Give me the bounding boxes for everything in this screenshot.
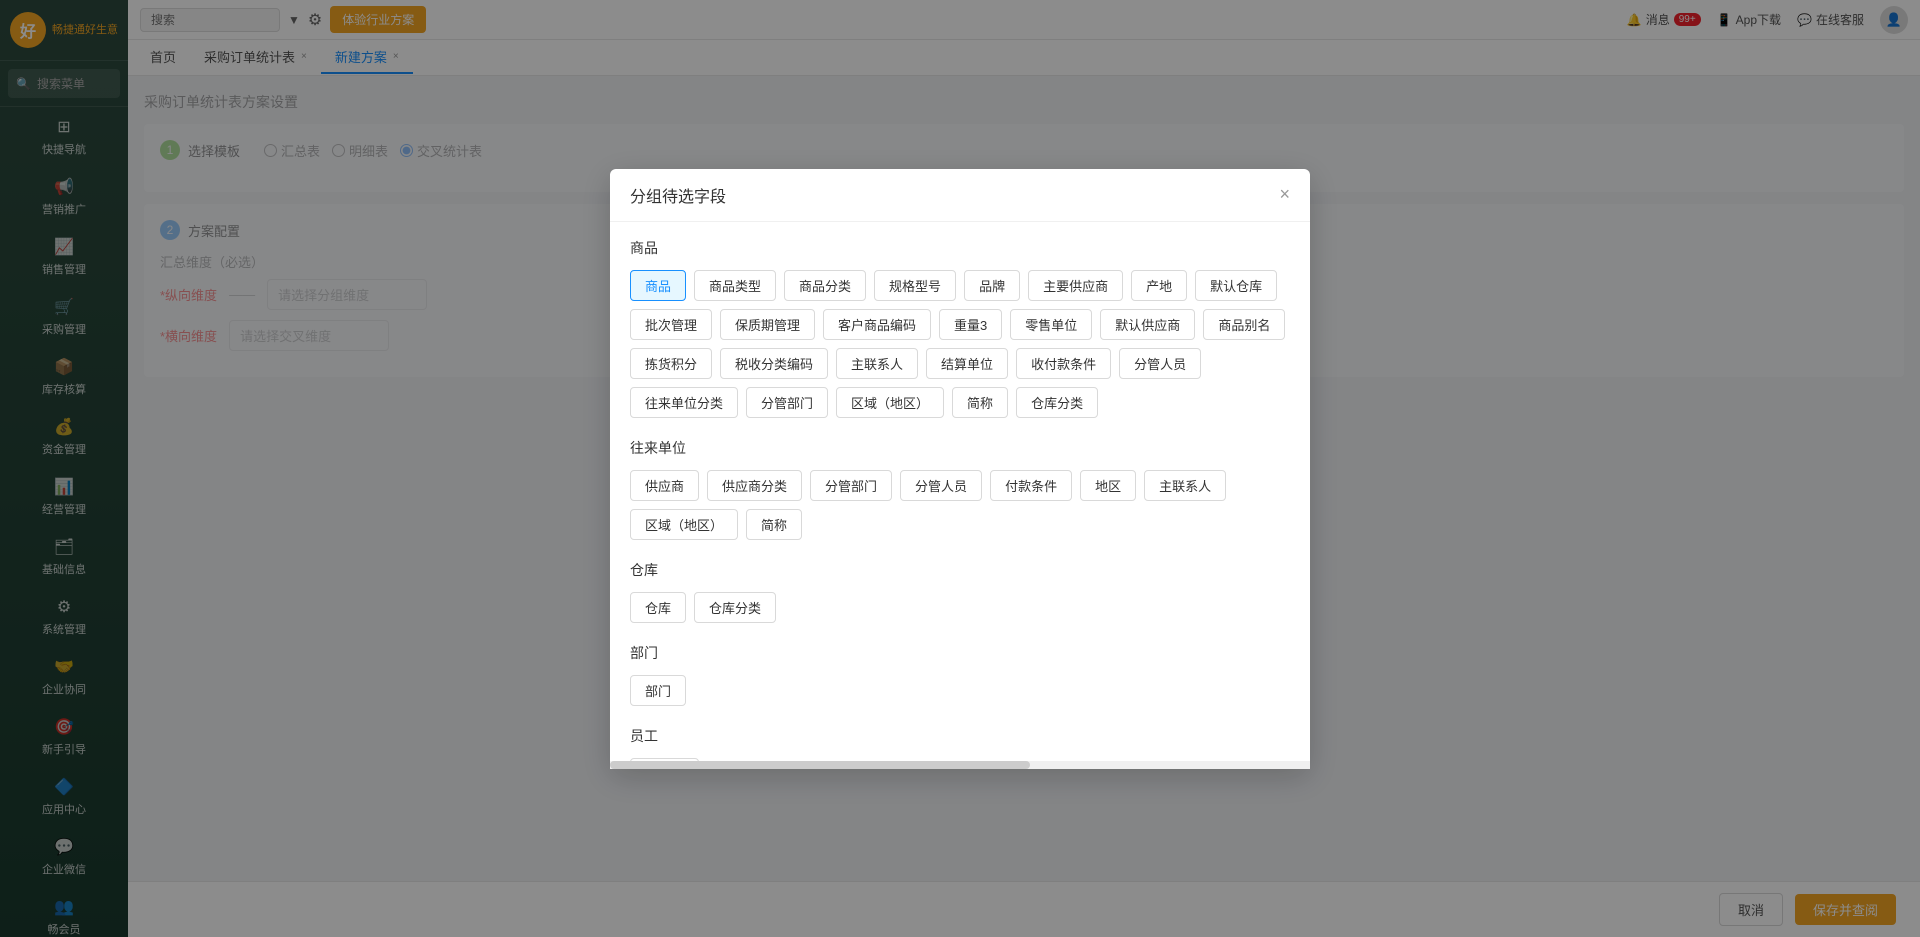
field-tag[interactable]: 往来单位分类	[630, 387, 738, 418]
field-tag[interactable]: 批次管理	[630, 309, 712, 340]
field-group-goods: 商品商品商品类型商品分类规格型号品牌主要供应商产地默认仓库批次管理保质期管理客户…	[630, 238, 1290, 418]
field-tag[interactable]: 分管部门	[746, 387, 828, 418]
field-tag[interactable]: 简称	[952, 387, 1008, 418]
field-tag[interactable]: 区域（地区）	[836, 387, 944, 418]
field-group-title-partner: 往来单位	[630, 438, 1290, 458]
modal-close-button[interactable]: ×	[1279, 184, 1290, 205]
field-tag[interactable]: 简称	[746, 509, 802, 540]
field-tag[interactable]: 区域（地区）	[630, 509, 738, 540]
field-group-warehouse: 仓库仓库仓库分类	[630, 560, 1290, 623]
field-tags-goods: 商品商品类型商品分类规格型号品牌主要供应商产地默认仓库批次管理保质期管理客户商品…	[630, 270, 1290, 418]
field-tag[interactable]: 供应商	[630, 470, 699, 501]
field-tag[interactable]: 品牌	[964, 270, 1020, 301]
field-group-title-warehouse: 仓库	[630, 560, 1290, 580]
field-tag[interactable]: 主联系人	[836, 348, 918, 379]
field-tag[interactable]: 规格型号	[874, 270, 956, 301]
field-tags-warehouse: 仓库仓库分类	[630, 592, 1290, 623]
field-tag[interactable]: 商品	[630, 270, 686, 301]
field-tag[interactable]: 供应商分类	[707, 470, 802, 501]
field-tag[interactable]: 客户商品编码	[823, 309, 931, 340]
field-group-title-employee: 员工	[630, 726, 1290, 746]
modal-scrollbar-thumb	[610, 761, 1030, 769]
field-tag[interactable]: 商品别名	[1203, 309, 1285, 340]
field-tag[interactable]: 分管人员	[900, 470, 982, 501]
field-tag[interactable]: 保质期管理	[720, 309, 815, 340]
field-group-title-goods: 商品	[630, 238, 1290, 258]
field-group-partner: 往来单位供应商供应商分类分管部门分管人员付款条件地区主联系人区域（地区） 简称	[630, 438, 1290, 540]
field-tag[interactable]: 商品类型	[694, 270, 776, 301]
modal-body: 商品商品商品类型商品分类规格型号品牌主要供应商产地默认仓库批次管理保质期管理客户…	[610, 222, 1310, 761]
field-tag[interactable]: 地区	[1080, 470, 1136, 501]
field-group-employee: 员工业务员	[630, 726, 1290, 761]
field-tag[interactable]: 仓库分类	[1016, 387, 1098, 418]
field-group-title-department: 部门	[630, 643, 1290, 663]
field-tag[interactable]: 拣货积分	[630, 348, 712, 379]
field-tag[interactable]: 主要供应商	[1028, 270, 1123, 301]
modal-header: 分组待选字段 ×	[610, 169, 1310, 222]
field-tag[interactable]: 税收分类编码	[720, 348, 828, 379]
field-tags-partner: 供应商供应商分类分管部门分管人员付款条件地区主联系人区域（地区） 简称	[630, 470, 1290, 540]
field-tags-department: 部门	[630, 675, 1290, 706]
field-tag[interactable]: 默认供应商	[1100, 309, 1195, 340]
field-tag[interactable]: 默认仓库	[1195, 270, 1277, 301]
field-tag[interactable]: 部门	[630, 675, 686, 706]
field-tag[interactable]: 主联系人	[1144, 470, 1226, 501]
field-tag[interactable]: 产地	[1131, 270, 1187, 301]
field-tag[interactable]: 收付款条件	[1016, 348, 1111, 379]
modal-title: 分组待选字段	[630, 183, 726, 207]
field-tag[interactable]: 分管部门	[810, 470, 892, 501]
field-tag[interactable]: 分管人员	[1119, 348, 1201, 379]
field-group-department: 部门部门	[630, 643, 1290, 706]
field-tag[interactable]: 付款条件	[990, 470, 1072, 501]
field-tag[interactable]: 重量3	[939, 309, 1002, 340]
field-tag[interactable]: 零售单位	[1010, 309, 1092, 340]
field-select-modal: 分组待选字段 × 商品商品商品类型商品分类规格型号品牌主要供应商产地默认仓库批次…	[610, 169, 1310, 769]
field-tag[interactable]: 仓库分类	[694, 592, 776, 623]
field-tag[interactable]: 商品分类	[784, 270, 866, 301]
field-tag[interactable]: 结算单位	[926, 348, 1008, 379]
modal-horizontal-scrollbar[interactable]	[610, 761, 1310, 769]
field-tag[interactable]: 仓库	[630, 592, 686, 623]
